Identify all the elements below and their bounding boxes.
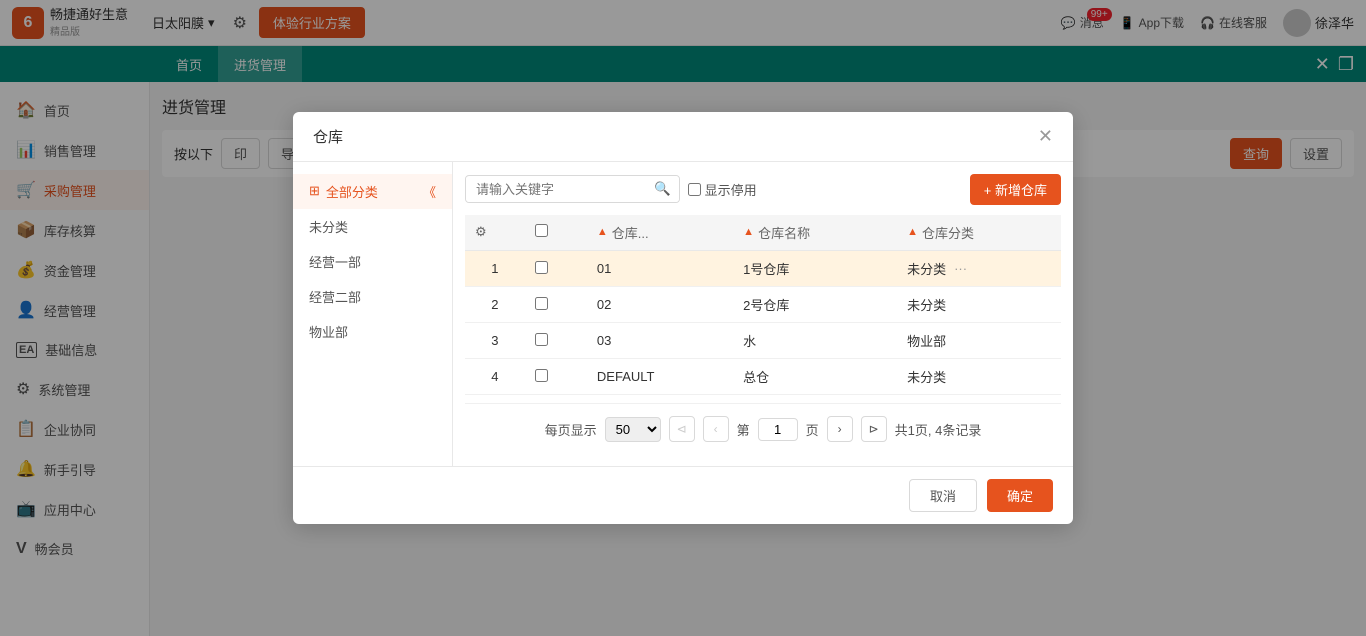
modal-overlay: 仓库 ✕ ⊞ 全部分类 《 未分类 经营一部 经营二部 xyxy=(0,0,1366,636)
grid-icon: ⊞ xyxy=(309,183,320,199)
warehouse-modal: 仓库 ✕ ⊞ 全部分类 《 未分类 经营一部 经营二部 xyxy=(293,112,1073,525)
category-item-property[interactable]: 物业部 xyxy=(293,314,452,349)
modal-header: 仓库 ✕ xyxy=(293,112,1073,162)
row-code: 02 xyxy=(587,287,733,323)
all-categories-label: 全部分类 xyxy=(326,182,378,201)
page-input[interactable] xyxy=(758,418,798,441)
select-all-checkbox[interactable] xyxy=(535,224,548,237)
category-sidebar: ⊞ 全部分类 《 未分类 经营一部 经营二部 物业部 xyxy=(293,162,453,467)
sort-icon-category: ▲ xyxy=(907,226,918,238)
table-area: 🔍 显示停用 + 新增仓库 ⚙ xyxy=(453,162,1073,467)
search-button[interactable]: 🔍 xyxy=(646,176,679,202)
add-warehouse-button[interactable]: + 新增仓库 xyxy=(970,174,1061,205)
col-name: ▲ 仓库名称 xyxy=(733,215,897,251)
modal-body: ⊞ 全部分类 《 未分类 经营一部 经营二部 物业部 xyxy=(293,162,1073,467)
row-checkbox[interactable] xyxy=(525,287,587,323)
confirm-button[interactable]: 确定 xyxy=(987,479,1053,512)
row-category: 未分类 xyxy=(897,287,1061,323)
row-category: 物业部 xyxy=(897,323,1061,359)
table-toolbar: 🔍 显示停用 + 新增仓库 xyxy=(465,174,1061,205)
prev-page-button[interactable]: ‹ xyxy=(703,416,729,442)
table-row[interactable]: 3 03 水 物业部 xyxy=(465,323,1061,359)
sort-icon-code: ▲ xyxy=(597,226,608,238)
next-page-button[interactable]: › xyxy=(827,416,853,442)
warehouse-table: ⚙ ▲ 仓库... ▲ 仓库名称 xyxy=(465,215,1061,396)
modal-footer: 取消 确定 xyxy=(293,466,1073,524)
table-row[interactable]: 4 DEFAULT 总仓 未分类 xyxy=(465,359,1061,395)
row-checkbox[interactable] xyxy=(525,359,587,395)
row-name: 2号仓库 xyxy=(733,287,897,323)
col-checkbox xyxy=(525,215,587,251)
all-categories-item[interactable]: ⊞ 全部分类 《 xyxy=(293,174,452,209)
pagination: 每页显示 50 20 100 ⊲ ‹ 第 页 › ⊳ 共1页, 4条记录 xyxy=(465,403,1061,454)
per-page-select[interactable]: 50 20 100 xyxy=(605,417,661,442)
row-checkbox[interactable] xyxy=(525,323,587,359)
page-label: 第 xyxy=(737,420,750,439)
row-category: 未分类··· xyxy=(897,251,1061,287)
col-category: ▲ 仓库分类 xyxy=(897,215,1061,251)
row-category: 未分类 xyxy=(897,359,1061,395)
search-input-wrap: 🔍 xyxy=(465,175,680,203)
row-name: 1号仓库 xyxy=(733,250,897,287)
table-row[interactable]: 2 02 2号仓库 未分类 xyxy=(465,287,1061,323)
col-code: ▲ 仓库... xyxy=(587,215,733,251)
row-num: 3 xyxy=(465,323,525,359)
collapse-icon[interactable]: 《 xyxy=(423,182,436,201)
page-suffix: 页 xyxy=(806,420,819,439)
row-actions-button[interactable]: ··· xyxy=(954,261,967,276)
cancel-button[interactable]: 取消 xyxy=(909,479,977,512)
row-num: 1 xyxy=(465,250,525,287)
row-num: 2 xyxy=(465,287,525,323)
category-item-unclassified[interactable]: 未分类 xyxy=(293,209,452,244)
row-checkbox[interactable] xyxy=(525,250,587,287)
row-code: 03 xyxy=(587,323,733,359)
category-item-ops1[interactable]: 经营一部 xyxy=(293,244,452,279)
row-code: DEFAULT xyxy=(587,359,733,395)
category-item-ops2[interactable]: 经营二部 xyxy=(293,279,452,314)
last-page-button[interactable]: ⊳ xyxy=(861,416,887,442)
sort-icon-name: ▲ xyxy=(743,226,754,238)
row-code: 01 xyxy=(587,250,733,287)
modal-title: 仓库 xyxy=(313,126,343,147)
per-page-label: 每页显示 xyxy=(545,420,597,439)
row-name: 总仓 xyxy=(733,359,897,395)
table-row[interactable]: 1 01 1号仓库 未分类··· xyxy=(465,250,1061,287)
show-disabled-label[interactable]: 显示停用 xyxy=(688,180,757,199)
page-total: 共1页, 4条记录 xyxy=(895,420,982,439)
modal-close-button[interactable]: ✕ xyxy=(1038,126,1053,147)
col-settings: ⚙ xyxy=(465,215,525,251)
row-name: 水 xyxy=(733,323,897,359)
search-input[interactable] xyxy=(466,177,646,202)
show-disabled-checkbox[interactable] xyxy=(688,183,701,196)
first-page-button[interactable]: ⊲ xyxy=(669,416,695,442)
row-num: 4 xyxy=(465,359,525,395)
